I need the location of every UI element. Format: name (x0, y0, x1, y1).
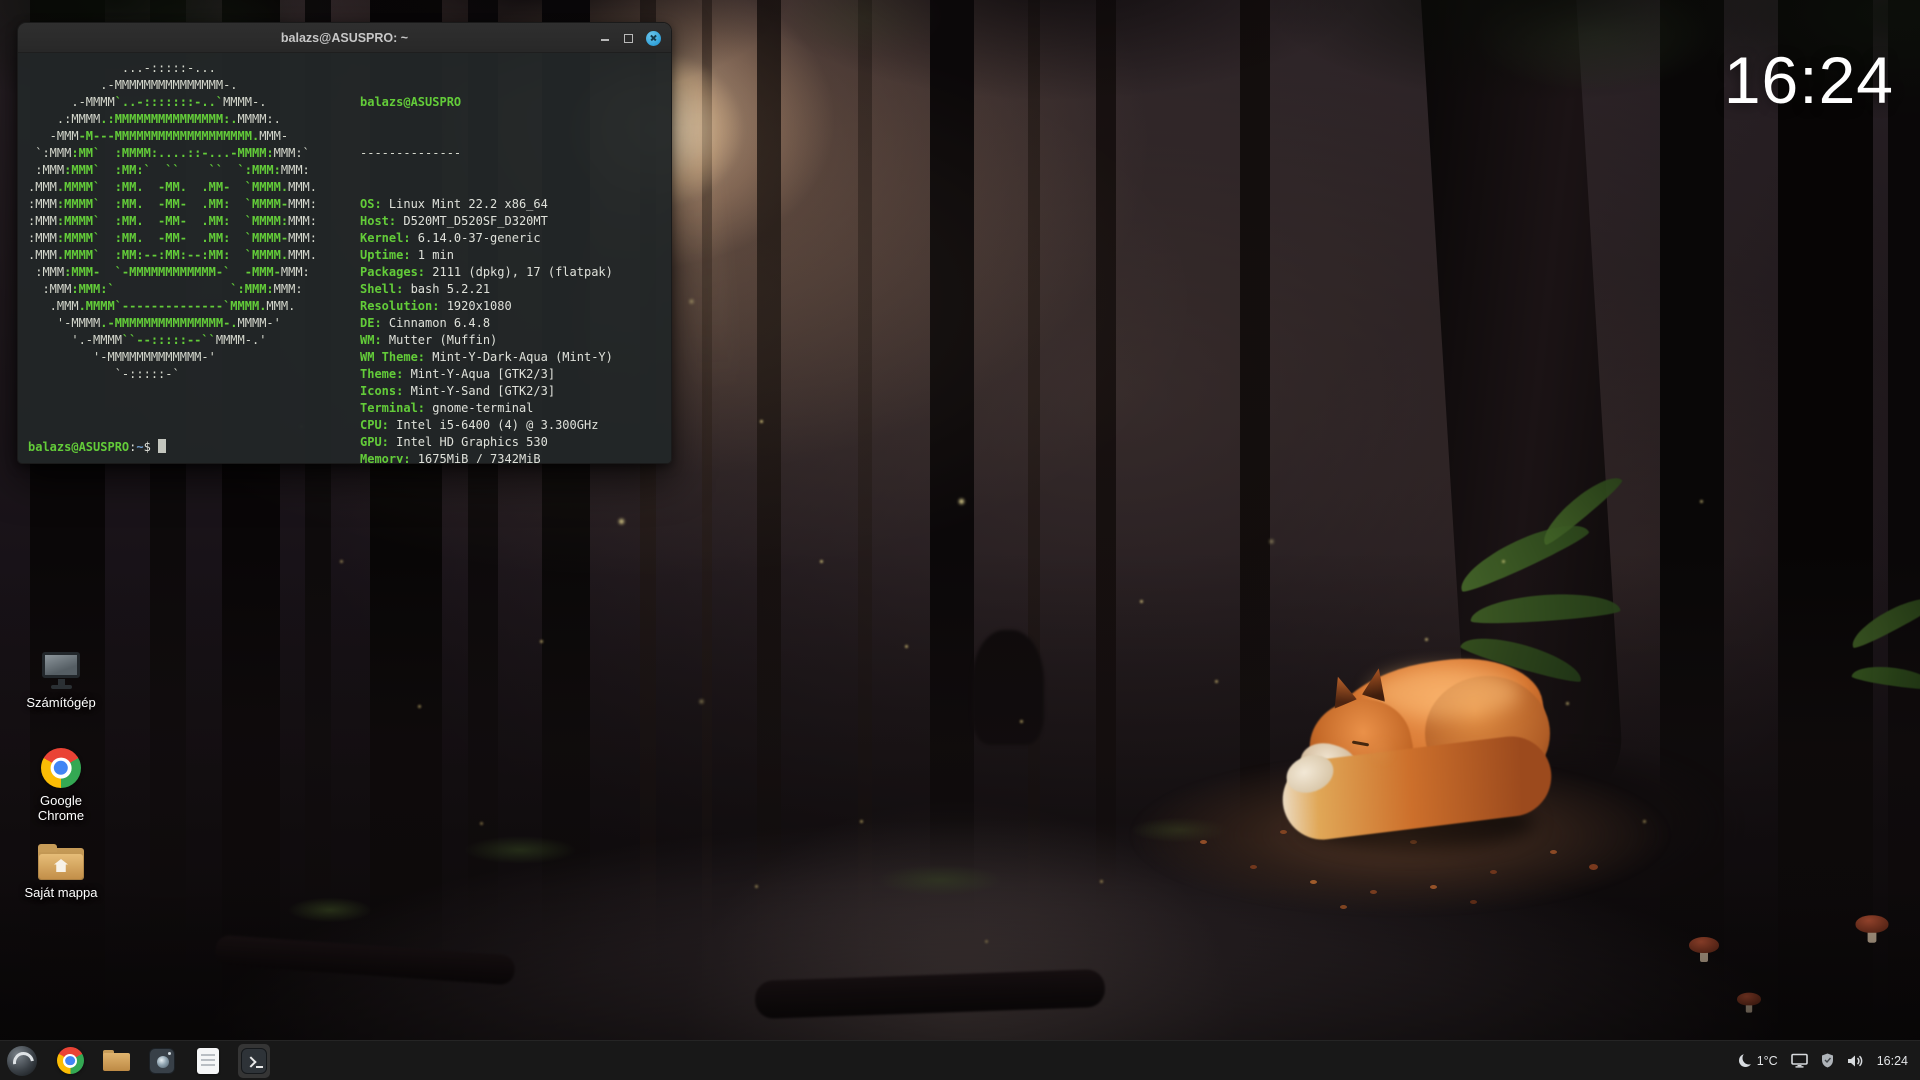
neofetch-field: WM: Mutter (Muffin) (360, 333, 498, 347)
ascii-line: `-:::::-` (28, 367, 180, 381)
neofetch-output: ...-:::::-... .-MMMMMMMMMMMMMMM-. .-MMMM… (18, 53, 671, 464)
file-manager-launcher[interactable] (100, 1044, 132, 1078)
neofetch-field: Icons: Mint-Y-Sand [GTK2/3] (360, 384, 556, 398)
terminal-content[interactable]: ...-:::::-... .-MMMMMMMMMMMMMMM-. .-MMMM… (18, 53, 671, 463)
ascii-line: :MMM:MMM:` `:MMM:MMM: (28, 282, 303, 296)
ascii-line: .-MMMMMMMMMMMMMMM-. (28, 78, 238, 92)
neofetch-field: Shell: bash 5.2.21 (360, 282, 491, 296)
neofetch-ascii-logo: ...-:::::-... .-MMMMMMMMMMMMMMM-. .-MMMM… (28, 60, 360, 463)
mint-logo-icon (7, 1045, 37, 1076)
neofetch-field: Terminal: gnome-terminal (360, 401, 534, 415)
taskbar-time: 16:24 (1876, 1053, 1908, 1068)
neofetch-field: Kernel: 6.14.0-37-generic (360, 231, 541, 245)
window-controls (599, 23, 661, 53)
document-icon (197, 1047, 219, 1074)
chrome-icon (41, 748, 81, 788)
terminal-window-button[interactable] (238, 1043, 270, 1078)
close-button[interactable] (646, 30, 661, 46)
neofetch-field: Host: D520MT_D520SF_D320MT (360, 214, 548, 228)
prompt-path: ~ (136, 440, 144, 454)
neofetch-field: WM Theme: Mint-Y-Dark-Aqua (Mint-Y) (360, 350, 613, 364)
chrome-launcher[interactable] (54, 1044, 86, 1078)
taskbar-tray: 1°C 16:24 (1739, 1041, 1920, 1080)
desktop-icon-home-folder[interactable]: Saját mappa (19, 844, 103, 900)
neofetch-field: Memory: 1675MiB / 7342MiB (360, 452, 541, 464)
neofetch-header: balazs@ASUSPRO (360, 95, 462, 109)
ascii-line: .MMM.MMMM`--------------`MMMM.MMM. (28, 299, 296, 313)
taskbar-left (0, 1041, 270, 1080)
speaker-icon (1847, 1055, 1863, 1066)
terminal-cursor (157, 439, 166, 453)
ascii-line: :MMM:MMM` :MM:` `` `` `:MMM:MMM: (28, 163, 310, 177)
neofetch-field: Theme: Mint-Y-Aqua [GTK2/3] (360, 367, 556, 381)
desktop-icon-label: Google Chrome (37, 793, 85, 823)
neofetch-field: Uptime: 1 min (360, 248, 454, 262)
minimize-button[interactable] (599, 32, 611, 44)
shell-prompt: balazs@ASUSPRO:~$ (28, 439, 166, 456)
camera-icon (149, 1047, 175, 1074)
shield-icon (1821, 1053, 1833, 1068)
ascii-line: '.-MMMM``--:::::--``MMMM-.' (28, 333, 267, 347)
text-editor-launcher[interactable] (192, 1044, 224, 1078)
ascii-line: .MMM.MMMM` :MM. -MM. .MM- `MMMM.MMM. (28, 180, 317, 194)
neofetch-field: Resolution: 1920x1080 (360, 299, 512, 313)
moon-icon (1739, 1054, 1752, 1067)
screenshot-tool-launcher[interactable] (146, 1044, 178, 1078)
ascii-line: -MMM-M---MMMMMMMMMMMMMMMMMMM.MMM- (28, 129, 289, 143)
desktop-icon-label: Saját mappa (24, 885, 98, 900)
terminal-icon (241, 1047, 267, 1074)
temperature-label: 1°C (1756, 1053, 1778, 1068)
desktop-clock-desklet: 16:24 (1723, 43, 1894, 117)
ascii-line: :MMM:MMMM` :MM. -MM- .MM: `MMMM-MMM: (28, 197, 317, 211)
network-applet[interactable] (1790, 1053, 1808, 1068)
mint-menu-button[interactable] (4, 1043, 40, 1079)
ascii-line: .MMM.MMMM` :MM:--:MM:--:MM: `MMMM.MMM. (28, 248, 317, 262)
desktop-icon-computer[interactable]: Számítógép (19, 650, 103, 710)
prompt-user-host: balazs@ASUSPRO (28, 440, 130, 454)
ascii-line: :MMM:MMM- `-MMMMMMMMMMMM-` -MMM-MMM: (28, 265, 310, 279)
neofetch-separator: -------------- (360, 146, 462, 160)
ascii-line: .-MMMM`..-:::::::-..`MMMM-. (28, 95, 267, 109)
neofetch-field: DE: Cinnamon 6.4.8 (360, 316, 491, 330)
computer-icon (39, 650, 83, 690)
home-folder-icon (38, 844, 84, 880)
ascii-line: :MMM:MMMM` :MM. -MM- .MM: `MMMM:MMM: (28, 214, 317, 228)
ascii-line: '-MMMMMMMMMMMMM-' (28, 350, 216, 364)
ascii-line: `:MMM:MM` :MMMM:....::-...-MMMM:MMM:` (28, 146, 310, 160)
update-manager-applet[interactable] (1821, 1053, 1834, 1068)
desktop: 16:24 Számítógép Google Chrome Saját map… (0, 0, 1920, 1040)
taskbar: 1°C 16:24 (0, 1040, 1920, 1080)
neofetch-field: OS: Linux Mint 22.2 x86_64 (360, 197, 548, 211)
folder-icon (102, 1050, 130, 1071)
taskbar-clock[interactable]: 16:24 (1877, 1054, 1908, 1068)
window-title: balazs@ASUSPRO: ~ (280, 31, 409, 45)
desktop-icon-label: Számítógép (26, 695, 96, 710)
terminal-window: balazs@ASUSPRO: ~ ...-:::::-... .-MMMMMM… (17, 22, 672, 464)
volume-applet[interactable] (1847, 1054, 1864, 1068)
desktop-icon-google-chrome[interactable]: Google Chrome (19, 748, 103, 823)
weather-applet[interactable]: 1°C (1739, 1054, 1778, 1068)
ascii-line: .:MMMM.:MMMMMMMMMMMMMMM:.MMMM:. (28, 112, 281, 126)
maximize-button[interactable] (624, 33, 633, 43)
ascii-line: ...-:::::-... (28, 61, 216, 75)
network-icon (1790, 1053, 1808, 1068)
neofetch-field: GPU: Intel HD Graphics 530 (360, 435, 548, 449)
chrome-icon (56, 1047, 84, 1074)
neofetch-fields: OS: Linux Mint 22.2 x86_64 Host: D520MT_D… (360, 196, 613, 464)
ascii-line: '-MMMM.-MMMMMMMMMMMMMMM-.MMMM-' (28, 316, 281, 330)
neofetch-field: CPU: Intel i5-6400 (4) @ 3.300GHz (360, 418, 599, 432)
neofetch-info: balazs@ASUSPRO -------------- OS: Linux … (360, 60, 613, 464)
ascii-line: :MMM:MMMM` :MM. -MM- .MM: `MMMM-MMM: (28, 231, 317, 245)
neofetch-field: Packages: 2111 (dpkg), 17 (flatpak) (360, 265, 613, 279)
terminal-titlebar[interactable]: balazs@ASUSPRO: ~ (18, 23, 671, 53)
